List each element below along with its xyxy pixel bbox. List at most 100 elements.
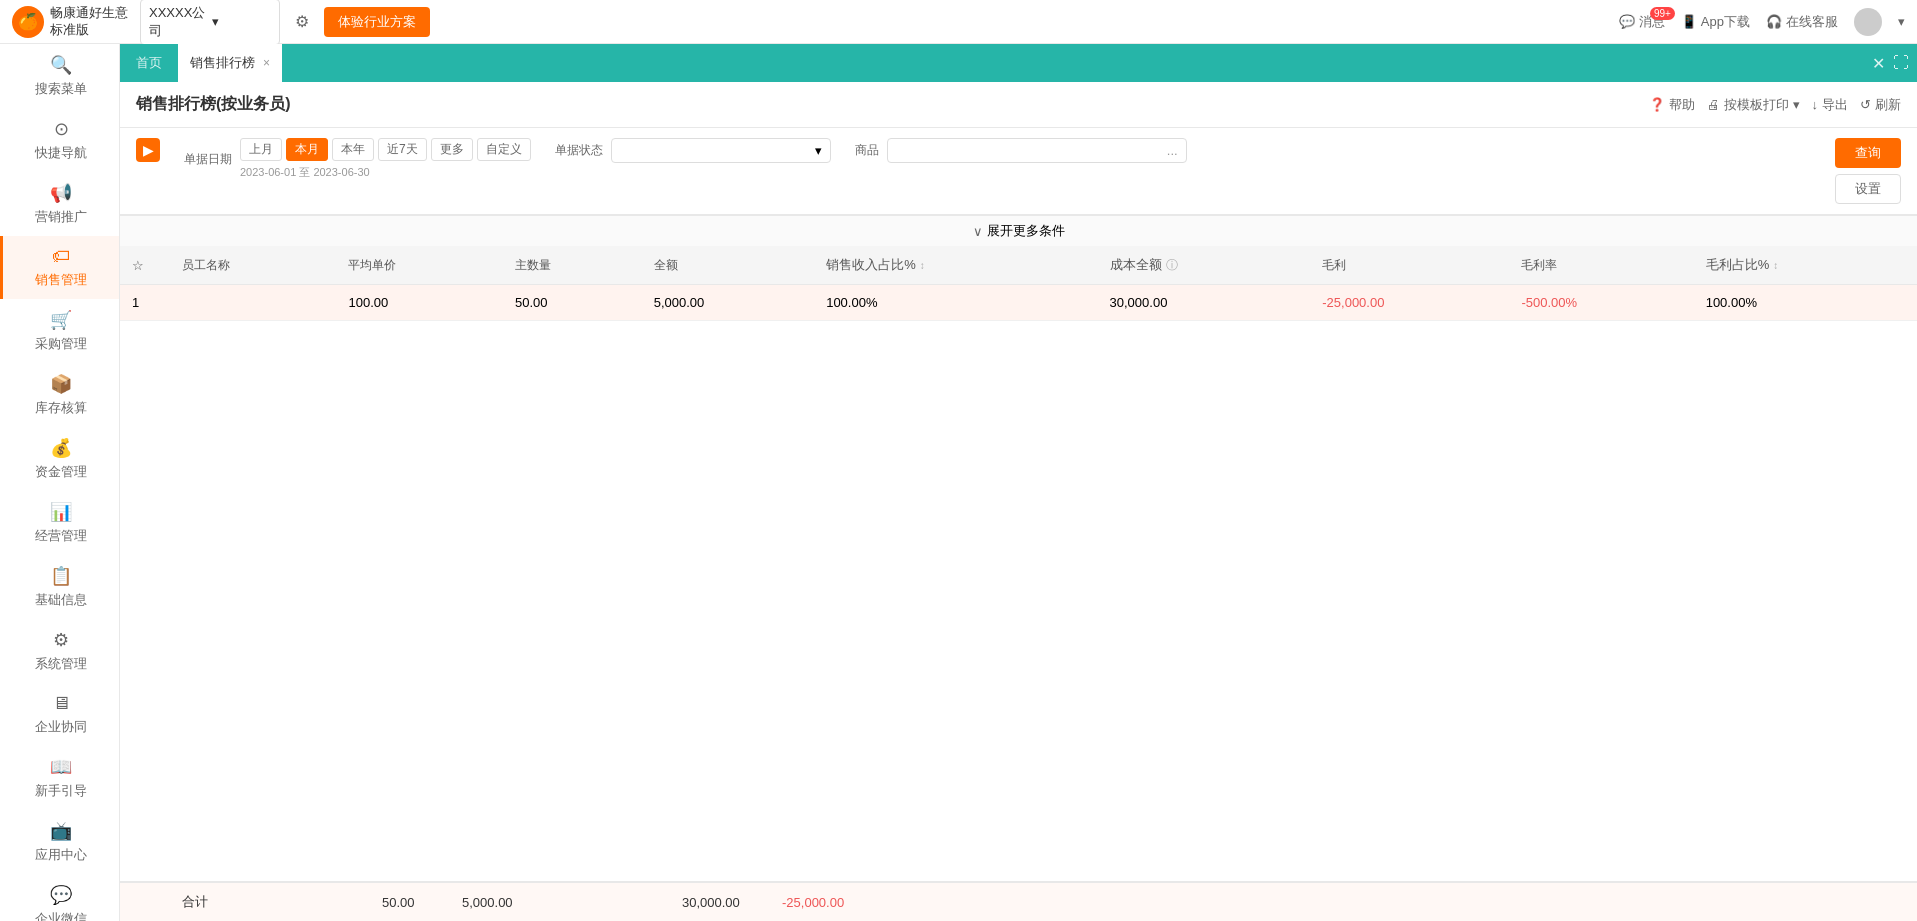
date-range: 2023-06-01 至 2023-06-30 <box>240 165 531 180</box>
nav-icon: ⊙ <box>54 118 69 140</box>
date-label: 单据日期 <box>184 151 232 168</box>
app-download-button[interactable]: 📱 App下载 <box>1681 13 1750 31</box>
cell-profit-pct: 100.00% <box>1694 285 1917 321</box>
chevron-down-icon: ▾ <box>212 14 271 29</box>
top-right-area: 💬 消息 99+ 📱 App下载 🎧 在线客服 ▾ <box>1619 8 1905 36</box>
user-name[interactable]: ▾ <box>1898 14 1905 29</box>
sidebar-item-nav[interactable]: ⊙ 快捷导航 <box>0 108 119 172</box>
filter-collapse-button[interactable]: ▶ <box>136 138 160 162</box>
sidebar-item-basic-info[interactable]: 📋 基础信息 <box>0 555 119 619</box>
goods-input[interactable]: ... <box>887 138 1187 163</box>
expand-conditions-row[interactable]: ∨ 展开更多条件 <box>120 215 1917 246</box>
sidebar-item-collab[interactable]: 🖥 企业协同 <box>0 683 119 746</box>
th-qty: 主数量 <box>503 246 642 285</box>
messages-button[interactable]: 💬 消息 99+ <box>1619 13 1665 31</box>
date-filter-group: 单据日期 上月 本月 本年 近7天 更多 自定义 2023-06-01 至 20… <box>184 138 531 180</box>
filter-right-actions: 查询 设置 <box>1835 138 1901 204</box>
tab-close-window-icon[interactable]: ✕ <box>1872 54 1885 73</box>
th-avg-price: 平均单价 <box>336 246 502 285</box>
th-profit-pct: 毛利占比% ↕ <box>1694 246 1917 285</box>
cell-qty: 50.00 <box>503 285 642 321</box>
status-chevron-icon: ▾ <box>815 143 822 158</box>
filter-settings-button[interactable]: 设置 <box>1835 174 1901 204</box>
goods-filter-group: 商品 ... <box>855 138 1187 163</box>
status-filter-group: 单据状态 ▾ <box>555 138 831 163</box>
search-icon: 🔍 <box>50 54 72 76</box>
sidebar-item-inventory[interactable]: 📦 库存核算 <box>0 363 119 427</box>
sidebar-item-search[interactable]: 🔍 搜索菜单 <box>0 44 119 108</box>
table-footer: 合计 50.00 5,000.00 30,000.00 -25,000.00 <box>120 881 1917 921</box>
top-bar: 🍊 畅康通好生意 标准版 XXXXX公司 ▾ ⚙ 体验行业方案 💬 消息 99+… <box>0 0 1917 44</box>
date-btn-7days[interactable]: 近7天 <box>378 138 427 161</box>
date-btn-more[interactable]: 更多 <box>431 138 473 161</box>
refresh-button[interactable]: ↺ 刷新 <box>1860 96 1901 114</box>
th-cost: 成本全额 ⓘ <box>1098 246 1311 285</box>
cell-sales-pct: 100.00% <box>814 285 1097 321</box>
help-icon: ❓ <box>1649 97 1665 112</box>
sidebar-item-purchase[interactable]: 🛒 采购管理 <box>0 299 119 363</box>
print-button[interactable]: 🖨 按模板打印 ▾ <box>1707 96 1800 114</box>
system-icon: ⚙ <box>53 629 69 651</box>
sidebar-item-operations[interactable]: 📊 经营管理 <box>0 491 119 555</box>
footer-cost: 30,000.00 <box>682 895 782 910</box>
cell-rank: 1 <box>120 285 170 321</box>
content-area: 首页 销售排行榜 × ✕ ⛶ 销售排行榜(按业务员) ❓ 帮助 <box>120 44 1917 921</box>
tab-home[interactable]: 首页 <box>120 44 178 82</box>
export-icon: ↓ <box>1812 97 1819 112</box>
status-label: 单据状态 <box>555 142 603 159</box>
company-selector[interactable]: XXXXX公司 ▾ <box>140 0 280 45</box>
cell-amount: 5,000.00 <box>642 285 815 321</box>
tab-close-icon[interactable]: × <box>263 56 270 70</box>
cell-profit-rate: -500.00% <box>1509 285 1693 321</box>
avatar[interactable] <box>1854 8 1882 36</box>
star-icon: ☆ <box>132 258 144 273</box>
sidebar-item-finance[interactable]: 💰 资金管理 <box>0 427 119 491</box>
date-btn-this-year[interactable]: 本年 <box>332 138 374 161</box>
cell-profit: -25,000.00 <box>1310 285 1509 321</box>
date-btn-last-month[interactable]: 上月 <box>240 138 282 161</box>
sidebar-item-sales[interactable]: 🏷 销售管理 <box>0 236 119 299</box>
date-buttons: 上月 本月 本年 近7天 更多 自定义 <box>240 138 531 161</box>
online-service-button[interactable]: 🎧 在线客服 <box>1766 13 1838 31</box>
export-button[interactable]: ↓ 导出 <box>1812 96 1849 114</box>
table-container: ☆ 员工名称 平均单价 主数量 全额 销售收入占比% ↕ <box>120 246 1917 881</box>
footer-qty: 50.00 <box>382 895 462 910</box>
help-button[interactable]: ❓ 帮助 <box>1649 96 1695 114</box>
footer-amount: 5,000.00 <box>462 895 562 910</box>
logo-text: 畅康通好生意 标准版 <box>50 5 128 39</box>
message-icon: 💬 <box>1619 14 1635 29</box>
settings-icon[interactable]: ⚙ <box>288 8 316 36</box>
sidebar-item-marketing[interactable]: 📢 营销推广 <box>0 172 119 236</box>
refresh-icon: ↺ <box>1860 97 1871 112</box>
sidebar-item-apps[interactable]: 📺 应用中心 <box>0 810 119 874</box>
purchase-icon: 🛒 <box>50 309 72 331</box>
status-select[interactable]: ▾ <box>611 138 831 163</box>
query-button[interactable]: 查询 <box>1835 138 1901 168</box>
trial-button[interactable]: 体验行业方案 <box>324 7 430 37</box>
cost-info-icon: ⓘ <box>1166 257 1178 274</box>
page-content: 销售排行榜(按业务员) ❓ 帮助 🖨 按模板打印 ▾ ↓ 导出 <box>120 82 1917 921</box>
tab-sales-ranking[interactable]: 销售排行榜 × <box>178 44 282 82</box>
finance-icon: 💰 <box>50 437 72 459</box>
date-btn-custom[interactable]: 自定义 <box>477 138 531 161</box>
th-rank: ☆ <box>120 246 170 285</box>
sidebar-item-guide[interactable]: 📖 新手引导 <box>0 746 119 810</box>
cell-name <box>170 285 336 321</box>
tab-restore-icon[interactable]: ⛶ <box>1893 54 1909 72</box>
operations-icon: 📊 <box>50 501 72 523</box>
goods-more-icon: ... <box>1167 143 1178 158</box>
tab-bar-right: ✕ ⛶ <box>1872 54 1917 73</box>
date-btn-this-month[interactable]: 本月 <box>286 138 328 161</box>
basic-info-icon: 📋 <box>50 565 72 587</box>
wechat-icon: 💬 <box>50 884 72 906</box>
print-icon: 🖨 <box>1707 97 1720 112</box>
sidebar-item-wechat[interactable]: 💬 企业微信 <box>0 874 119 921</box>
sidebar-item-system[interactable]: ⚙ 系统管理 <box>0 619 119 683</box>
page-title: 销售排行榜(按业务员) <box>136 94 1649 115</box>
sidebar: 🔍 搜索菜单 ⊙ 快捷导航 📢 营销推广 🏷 销售管理 🛒 采购管理 📦 库存核… <box>0 44 120 921</box>
collab-icon: 🖥 <box>52 693 70 714</box>
page-header: 销售排行榜(按业务员) ❓ 帮助 🖨 按模板打印 ▾ ↓ 导出 <box>120 82 1917 128</box>
expand-label: 展开更多条件 <box>987 222 1065 240</box>
print-chevron-icon: ▾ <box>1793 97 1800 112</box>
logo-area: 🍊 畅康通好生意 标准版 <box>12 5 132 39</box>
